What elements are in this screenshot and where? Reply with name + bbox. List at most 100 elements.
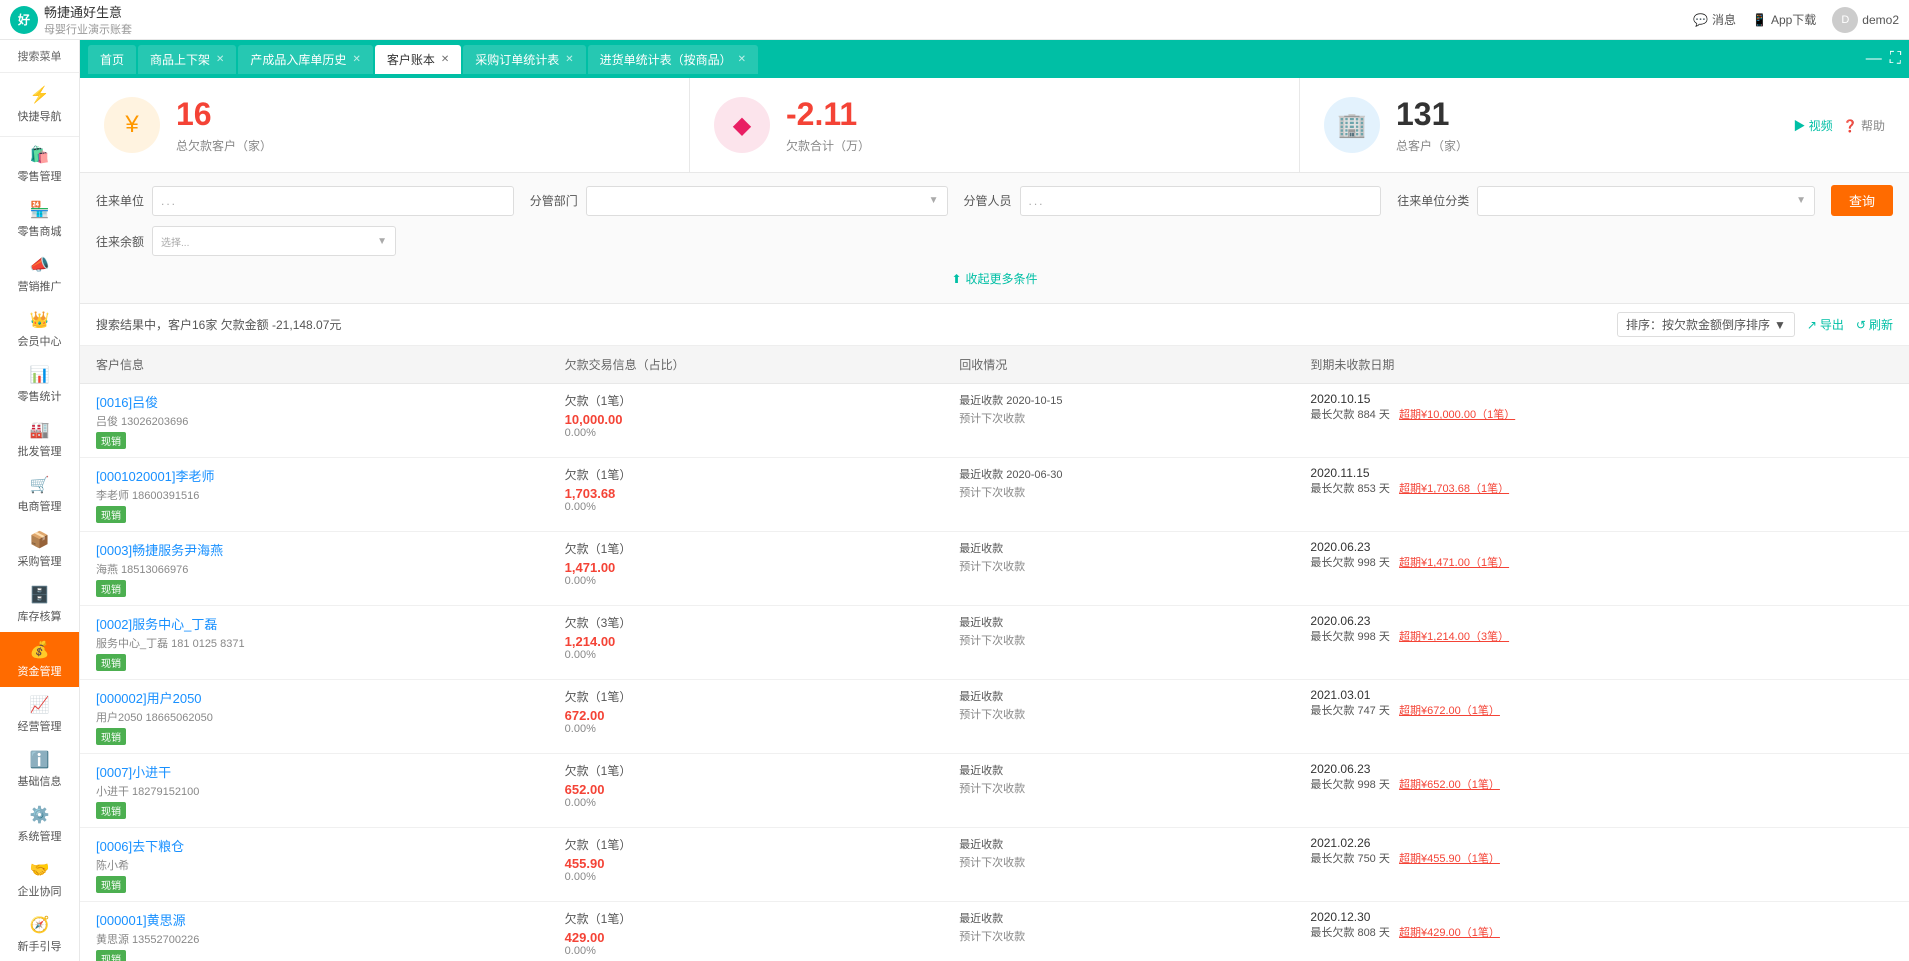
sidebar-item-purchase[interactable]: 📦 采购管理 — [0, 522, 79, 577]
customer-name-link-3[interactable]: [0002]服务中心_丁磊 — [96, 617, 217, 632]
overdue-amount-link-3[interactable]: 超期¥1,214.00（3笔） — [1399, 631, 1509, 643]
tab-customer-account-close[interactable]: ✕ — [441, 54, 449, 65]
collapse-button[interactable]: ⬆ 收起更多条件 — [96, 266, 1893, 291]
sidebar-item-retail-manage[interactable]: 🛍️ 零售管理 — [0, 137, 79, 192]
recent-payment-0: 最近收款 2020-10-15 — [959, 392, 1278, 408]
sidebar-item-enterprise[interactable]: 🤝 企业协同 — [0, 852, 79, 907]
refresh-button[interactable]: ↺ 刷新 — [1856, 316, 1893, 333]
customer-name-link-6[interactable]: [0006]去下粮仓 — [96, 839, 184, 854]
sidebar-item-member[interactable]: 👑 会员中心 — [0, 302, 79, 357]
tab-products-close[interactable]: ✕ — [216, 54, 224, 65]
cell-due-date-3: 2020.06.23 最长欠款 998 天 超期¥1,214.00（3笔） — [1294, 606, 1909, 680]
inventory-icon: 🗄️ — [30, 585, 50, 605]
overdue-amount-link-1[interactable]: 超期¥1,703.68（1笔） — [1399, 483, 1509, 495]
overdue-amount-link-0[interactable]: 超期¥10,000.00（1笔） — [1399, 409, 1515, 421]
tab-inbound-stats-close[interactable]: ✕ — [738, 54, 746, 65]
stat-label-debt-total: 欠款合计（万） — [786, 137, 1275, 154]
tab-customer-account-label: 客户账本 — [387, 51, 435, 68]
unit-type-select[interactable]: ▼ — [1477, 186, 1815, 216]
app-download-label: App下载 — [1771, 11, 1816, 28]
sidebar-item-system[interactable]: ⚙️ 系统管理 — [0, 797, 79, 852]
sidebar-item-quick-nav[interactable]: ⚡ 快捷导航 — [0, 77, 79, 132]
overdue-amount-link-7[interactable]: 超期¥429.00（1笔） — [1399, 927, 1500, 939]
dept-select[interactable]: ▼ — [586, 186, 948, 216]
cell-customer-5: [0007]小进干 小进干 18279152100 现销 — [80, 754, 549, 828]
sidebar-item-basic-info[interactable]: ℹ️ 基础信息 — [0, 742, 79, 797]
debt-amount-3: 1,214.00 — [565, 634, 928, 649]
stat-card-right-actions: ▶ 视频 ❓ 帮助 — [1793, 117, 1885, 134]
tab-customer-account[interactable]: 客户账本 ✕ — [375, 45, 461, 74]
stat-number-debt-customers: 16 — [176, 96, 665, 133]
help-btn[interactable]: ❓ 帮助 — [1843, 117, 1885, 134]
sidebar-search[interactable]: 搜索菜单 — [0, 40, 79, 73]
customer-phone-2: 海燕 18513066976 — [96, 561, 533, 577]
due-date-5: 2020.06.23 — [1310, 762, 1893, 776]
tab-home[interactable]: 首页 — [88, 45, 136, 74]
col-header-customer: 客户信息 — [80, 346, 549, 384]
tab-purchase-stats[interactable]: 采购订单统计表 ✕ — [463, 45, 585, 74]
overdue-days-5: 最长欠款 998 天 超期¥652.00（1笔） — [1310, 776, 1893, 792]
cell-customer-6: [0006]去下粮仓 陈小希 现销 — [80, 828, 549, 902]
sidebar-item-label-basic: 基础信息 — [18, 773, 62, 789]
customer-name-link-2[interactable]: [0003]畅捷服务尹海燕 — [96, 543, 223, 558]
tab-minimize-icon[interactable]: — — [1866, 50, 1882, 68]
sidebar-item-operations[interactable]: 📈 经营管理 — [0, 687, 79, 742]
overdue-amount-link-4[interactable]: 超期¥672.00（1笔） — [1399, 705, 1500, 717]
sort-arrow: ▼ — [1774, 318, 1786, 332]
sidebar-item-finance[interactable]: 💰 资金管理 — [0, 632, 79, 687]
tab-inbound-stats[interactable]: 进货单统计表（按商品） ✕ — [588, 45, 758, 74]
sidebar-item-guide[interactable]: 🧭 新手引导 — [0, 907, 79, 961]
customer-name-link-7[interactable]: [000001]黄思源 — [96, 913, 186, 928]
customer-name-link-0[interactable]: [0016]吕俊 — [96, 395, 158, 410]
ecommerce-icon: 🛒 — [30, 475, 50, 495]
overdue-days-2: 最长欠款 998 天 超期¥1,471.00（1笔） — [1310, 554, 1893, 570]
due-date-3: 2020.06.23 — [1310, 614, 1893, 628]
query-button[interactable]: 查询 — [1831, 185, 1893, 216]
sort-select[interactable]: 排序：按欠款金额倒序排序 ▼ — [1617, 312, 1795, 337]
manager-label: 分管人员 — [964, 192, 1012, 209]
app-icon: 📱 — [1752, 13, 1767, 27]
tab-warehouse-close[interactable]: ✕ — [352, 54, 360, 65]
overdue-amount-link-5[interactable]: 超期¥652.00（1笔） — [1399, 779, 1500, 791]
table-header-row: 客户信息 欠款交易信息（占比） 回收情况 到期未收款日期 — [80, 346, 1909, 384]
balance-select[interactable]: 选择... ▼ — [152, 226, 396, 256]
cell-customer-3: [0002]服务中心_丁磊 服务中心_丁磊 181 0125 8371 现销 — [80, 606, 549, 680]
sidebar-quick-nav-label: 快捷导航 — [18, 108, 62, 124]
sidebar-item-inventory[interactable]: 🗄️ 库存核算 — [0, 577, 79, 632]
customer-tag-0: 现销 — [96, 432, 126, 449]
sidebar-item-retail-stats[interactable]: 📊 零售统计 — [0, 357, 79, 412]
customer-name-link-5[interactable]: [0007]小进干 — [96, 765, 171, 780]
customer-name-link-1[interactable]: [0001020001]李老师 — [96, 469, 215, 484]
table-row: [000001]黄思源 黄思源 13552700226 现销 欠款（1笔） 42… — [80, 902, 1909, 961]
view-video-btn[interactable]: ▶ 视频 — [1793, 117, 1832, 134]
sidebar-item-ecommerce[interactable]: 🛒 电商管理 — [0, 467, 79, 522]
customer-tag-3: 现销 — [96, 654, 126, 671]
recent-payment-2: 最近收款 — [959, 540, 1278, 556]
tab-warehouse[interactable]: 产成品入库单历史 ✕ — [238, 45, 372, 74]
table-row: [0006]去下粮仓 陈小希 现销 欠款（1笔） 455.90 0.00% 最近… — [80, 828, 1909, 902]
from-unit-input[interactable]: ... — [152, 186, 514, 216]
from-unit-label: 往来单位 — [96, 192, 144, 209]
message-button[interactable]: 💬 消息 — [1693, 11, 1736, 28]
manager-input[interactable]: ... — [1020, 186, 1382, 216]
tab-products[interactable]: 商品上下架 ✕ — [138, 45, 236, 74]
data-table: 客户信息 欠款交易信息（占比） 回收情况 到期未收款日期 [0016]吕俊 吕俊… — [80, 346, 1909, 961]
tab-purchase-stats-close[interactable]: ✕ — [565, 54, 573, 65]
tab-maximize-icon[interactable]: ⛶ — [1890, 50, 1901, 68]
overdue-amount-link-2[interactable]: 超期¥1,471.00（1笔） — [1399, 557, 1509, 569]
sidebar-search-label[interactable]: 搜索菜单 — [18, 51, 62, 63]
sidebar-item-marketing[interactable]: 📣 营销推广 — [0, 247, 79, 302]
sidebar-item-wholesale[interactable]: 🏭 批发管理 — [0, 412, 79, 467]
cell-recovery-5: 最近收款 预计下次收款 — [943, 754, 1294, 828]
tab-purchase-stats-label: 采购订单统计表 — [475, 51, 559, 68]
export-button[interactable]: ↗ 导出 — [1807, 316, 1844, 333]
customer-name-link-4[interactable]: [000002]用户2050 — [96, 691, 202, 706]
view-video-label: 视频 — [1809, 119, 1833, 133]
sidebar-item-retail-mall[interactable]: 🏪 零售商城 — [0, 192, 79, 247]
customer-tag-4: 现销 — [96, 728, 126, 745]
cell-debt-5: 欠款（1笔） 652.00 0.00% — [549, 754, 944, 828]
overdue-amount-link-6[interactable]: 超期¥455.90（1笔） — [1399, 853, 1500, 865]
cell-recovery-1: 最近收款 2020-06-30 预计下次收款 — [943, 458, 1294, 532]
user-profile[interactable]: D demo2 — [1832, 7, 1899, 33]
app-download-button[interactable]: 📱 App下载 — [1752, 11, 1816, 28]
